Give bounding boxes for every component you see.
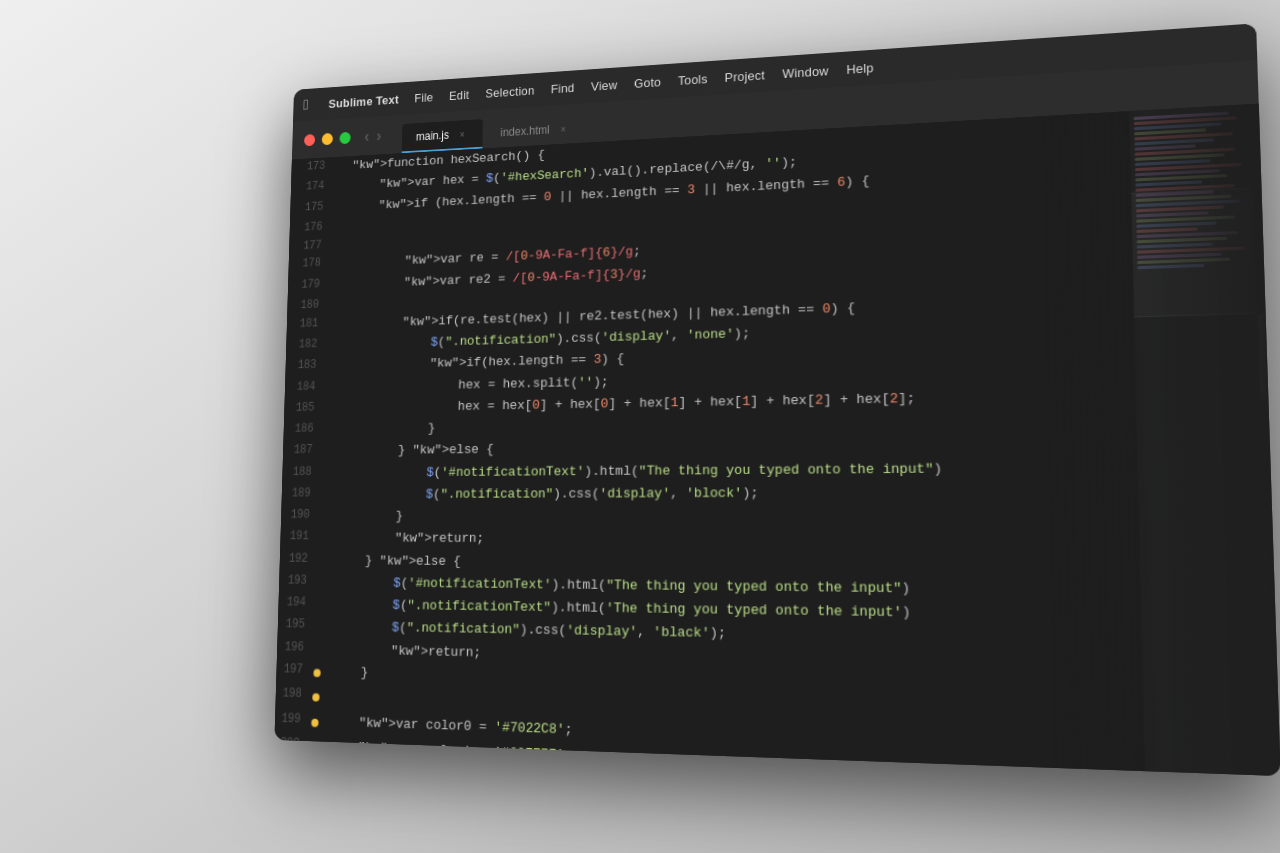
code-line-190: 190 }	[274, 504, 1147, 529]
code-content: }	[330, 504, 1148, 529]
line-number: 197	[274, 660, 314, 686]
menu-help[interactable]: Help	[846, 60, 873, 76]
tab-index-html-close[interactable]: ×	[557, 122, 570, 136]
menu-sublime-text[interactable]: Sublime Text	[328, 92, 399, 110]
screen:  Sublime Text File Edit Selection Find …	[274, 23, 1280, 776]
line-number: 189	[275, 484, 321, 506]
code-line-189: 189 $(".notification").css('display', 'b…	[275, 480, 1146, 506]
screen-inner:  Sublime Text File Edit Selection Find …	[274, 23, 1280, 776]
line-number: 173	[291, 157, 336, 180]
nav-arrows: ‹ ›	[364, 126, 382, 146]
line-number: 193	[274, 571, 317, 593]
menu-window[interactable]: Window	[782, 63, 828, 81]
minimize-button[interactable]	[322, 132, 333, 144]
line-number: 184	[280, 377, 326, 399]
line-number: 199	[274, 709, 311, 735]
line-number: 194	[274, 593, 316, 616]
code-editor[interactable]: 173"kw">function hexSearch() {174 "kw">v…	[274, 111, 1159, 776]
line-number: 180	[284, 296, 329, 316]
scrollbar-thumb[interactable]	[1258, 314, 1268, 400]
minimap[interactable]	[1129, 104, 1271, 775]
line-number: 176	[288, 218, 333, 238]
apple-logo-icon: 	[303, 97, 308, 113]
photo-background:  Sublime Text File Edit Selection Find …	[0, 0, 1280, 853]
line-number: 190	[274, 506, 320, 528]
menu-selection[interactable]: Selection	[485, 83, 535, 100]
line-number: 186	[278, 420, 324, 442]
line-number: 178	[286, 254, 331, 276]
tab-main-js-close[interactable]: ×	[456, 127, 469, 141]
editor-area: 173"kw">function hexSearch() {174 "kw">v…	[274, 104, 1280, 776]
line-number: 181	[283, 314, 328, 336]
forward-arrow-icon[interactable]: ›	[376, 126, 382, 145]
menu-edit[interactable]: Edit	[449, 87, 470, 102]
line-number: 187	[277, 441, 323, 463]
menu-project[interactable]: Project	[725, 67, 765, 84]
back-arrow-icon[interactable]: ‹	[364, 127, 370, 146]
line-number: 177	[287, 236, 332, 256]
line-number: 191	[274, 528, 319, 550]
line-number: 179	[285, 275, 330, 297]
menu-view[interactable]: View	[591, 77, 618, 93]
line-number: 195	[274, 615, 315, 638]
tab-main-js-label: main.js	[416, 128, 449, 143]
line-number: 174	[290, 177, 335, 200]
code-content: $(".notification").css('display', 'block…	[331, 480, 1147, 506]
tab-main-js[interactable]: main.js ×	[402, 119, 483, 153]
line-number: 196	[274, 637, 314, 660]
menu-file[interactable]: File	[414, 90, 433, 105]
close-button[interactable]	[304, 134, 315, 146]
line-number: 192	[274, 550, 318, 572]
line-number: 175	[289, 198, 334, 221]
traffic-lights	[304, 131, 351, 146]
code-table: 173"kw">function hexSearch() {174 "kw">v…	[274, 111, 1159, 776]
line-number: 185	[279, 399, 325, 421]
maximize-button[interactable]	[339, 131, 350, 143]
line-number: 188	[276, 463, 322, 485]
line-number: 183	[281, 356, 327, 378]
line-number: 198	[274, 684, 312, 710]
menu-goto[interactable]: Goto	[634, 74, 661, 90]
line-number: 182	[282, 335, 328, 357]
tab-index-html-label: index.html	[500, 123, 549, 139]
menu-tools[interactable]: Tools	[678, 71, 708, 87]
menu-find[interactable]: Find	[551, 80, 575, 96]
